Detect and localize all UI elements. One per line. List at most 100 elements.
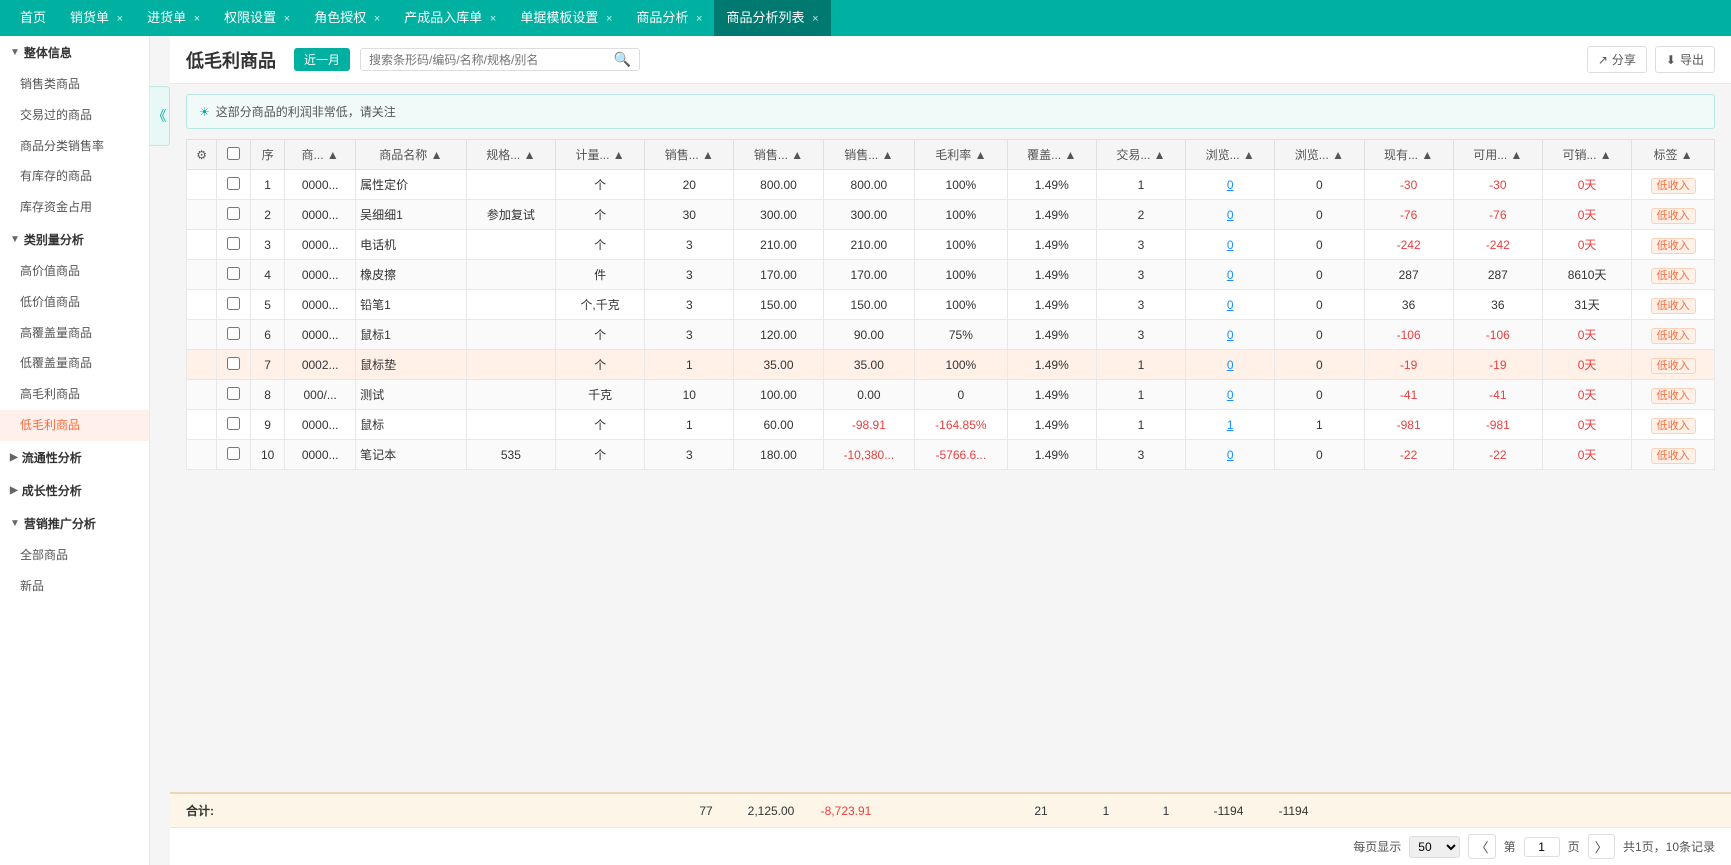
sidebar-item-low-margin[interactable]: 低毛利商品: [0, 410, 149, 441]
col-current[interactable]: 现有... ▲: [1364, 140, 1453, 170]
export-btn[interactable]: ⬇ 导出: [1655, 46, 1715, 73]
nav-goods-analysis[interactable]: 商品分析 ×: [624, 0, 714, 36]
nav-sales-close[interactable]: ×: [117, 13, 123, 25]
col-unit[interactable]: 计量... ▲: [555, 140, 644, 170]
row-browse1[interactable]: 0: [1186, 200, 1275, 230]
row-browse1[interactable]: 0: [1186, 230, 1275, 260]
row-browse2: 1: [1275, 410, 1364, 440]
row-code: 0000...: [285, 170, 356, 200]
row-checkbox[interactable]: [217, 440, 251, 470]
sidebar-item-high-margin[interactable]: 高毛利商品: [0, 379, 149, 410]
row-checkbox[interactable]: [217, 170, 251, 200]
nav-goods-analysis-close[interactable]: ×: [696, 13, 702, 25]
col-available[interactable]: 可用... ▲: [1453, 140, 1542, 170]
row-checkbox[interactable]: [217, 380, 251, 410]
nav-home[interactable]: 首页: [8, 0, 58, 36]
sidebar-item-high-value[interactable]: 高价值商品: [0, 256, 149, 287]
next-page-btn[interactable]: 〉: [1588, 834, 1615, 859]
col-sales-price[interactable]: 销售... ▲: [734, 140, 823, 170]
sidebar-item-all-goods[interactable]: 全部商品: [0, 540, 149, 571]
nav-goods-list[interactable]: 商品分析列表 ×: [714, 0, 830, 36]
nav-sales[interactable]: 销货单 ×: [58, 0, 135, 36]
col-sales-profit[interactable]: 销售... ▲: [823, 140, 914, 170]
col-name[interactable]: 商品名称 ▲: [356, 140, 467, 170]
row-browse1[interactable]: 0: [1186, 170, 1275, 200]
nav-purchase-close[interactable]: ×: [194, 13, 200, 25]
col-spec[interactable]: 规格... ▲: [466, 140, 555, 170]
nav-permissions-close[interactable]: ×: [284, 13, 290, 25]
select-all-checkbox[interactable]: [227, 147, 240, 160]
row-browse1[interactable]: 0: [1186, 290, 1275, 320]
col-sales-count[interactable]: 销售... ▲: [645, 140, 734, 170]
nav-templates[interactable]: 单据模板设置 ×: [508, 0, 624, 36]
row-browse1[interactable]: 0: [1186, 350, 1275, 380]
row-browse1[interactable]: 0: [1186, 320, 1275, 350]
sidebar-item-sales-goods[interactable]: 销售类商品: [0, 69, 149, 100]
col-checkbox[interactable]: [217, 140, 251, 170]
sidebar-item-new-goods[interactable]: 新品: [0, 571, 149, 602]
row-checkbox[interactable]: [217, 350, 251, 380]
row-browse1[interactable]: 0: [1186, 440, 1275, 470]
row-sales-price: 120.00: [734, 320, 823, 350]
nav-products[interactable]: 产成品入库单 ×: [392, 0, 508, 36]
row-select-checkbox[interactable]: [227, 417, 240, 430]
nav-purchase[interactable]: 进货单 ×: [135, 0, 212, 36]
search-input[interactable]: [369, 53, 614, 67]
nav-templates-close[interactable]: ×: [606, 13, 612, 25]
sidebar-group-overall[interactable]: ▼ 整体信息: [0, 36, 149, 69]
sidebar-item-low-value[interactable]: 低价值商品: [0, 287, 149, 318]
sidebar-collapse-btn[interactable]: 《: [150, 86, 170, 146]
row-checkbox[interactable]: [217, 260, 251, 290]
page-input[interactable]: [1524, 837, 1560, 857]
nav-permissions[interactable]: 权限设置 ×: [212, 0, 302, 36]
row-select-checkbox[interactable]: [227, 207, 240, 220]
sidebar-group-marketing[interactable]: ▼ 营销推广分析: [0, 507, 149, 540]
col-saleable[interactable]: 可销... ▲: [1542, 140, 1631, 170]
row-select-checkbox[interactable]: [227, 237, 240, 250]
nav-roles-close[interactable]: ×: [374, 13, 380, 25]
row-browse1[interactable]: 0: [1186, 260, 1275, 290]
nav-goods-list-close[interactable]: ×: [812, 13, 818, 25]
per-page-label: 每页显示: [1353, 838, 1401, 855]
search-icon[interactable]: 🔍: [614, 51, 631, 68]
date-filter-btn[interactable]: 近一月: [294, 48, 350, 71]
row-checkbox[interactable]: [217, 320, 251, 350]
sidebar-group-liquidity[interactable]: ▶ 流通性分析: [0, 441, 149, 474]
row-select-checkbox[interactable]: [227, 177, 240, 190]
col-browse2[interactable]: 浏览... ▲: [1275, 140, 1364, 170]
row-browse1[interactable]: 0: [1186, 380, 1275, 410]
row-select-checkbox[interactable]: [227, 267, 240, 280]
col-transaction[interactable]: 交易... ▲: [1096, 140, 1185, 170]
sidebar-item-high-coverage[interactable]: 高覆盖量商品: [0, 318, 149, 349]
sidebar-group-category[interactable]: ▼ 类别量分析: [0, 223, 149, 256]
sidebar-item-traded-goods[interactable]: 交易过的商品: [0, 100, 149, 131]
col-code[interactable]: 商... ▲: [285, 140, 356, 170]
prev-page-btn[interactable]: 〈: [1468, 834, 1495, 859]
per-page-select[interactable]: 50 10 20 100: [1409, 836, 1460, 858]
row-checkbox[interactable]: [217, 200, 251, 230]
share-btn[interactable]: ↗ 分享: [1587, 46, 1647, 73]
row-select-checkbox[interactable]: [227, 297, 240, 310]
sidebar-group-growth[interactable]: ▶ 成长性分析: [0, 474, 149, 507]
sidebar-item-stock-capital[interactable]: 库存资金占用: [0, 192, 149, 223]
row-select-checkbox[interactable]: [227, 327, 240, 340]
col-browse1[interactable]: 浏览... ▲: [1186, 140, 1275, 170]
row-select-checkbox[interactable]: [227, 387, 240, 400]
row-select-checkbox[interactable]: [227, 447, 240, 460]
row-select-checkbox[interactable]: [227, 357, 240, 370]
col-gross-margin[interactable]: 毛利率 ▲: [915, 140, 1008, 170]
col-settings[interactable]: ⚙: [187, 140, 217, 170]
sidebar-item-stocked-goods[interactable]: 有库存的商品: [0, 161, 149, 192]
col-tag[interactable]: 标签 ▲: [1632, 140, 1715, 170]
sidebar-item-category-sales-rate[interactable]: 商品分类销售率: [0, 131, 149, 162]
col-coverage[interactable]: 覆盖... ▲: [1007, 140, 1096, 170]
sidebar-item-low-coverage[interactable]: 低覆盖量商品: [0, 348, 149, 379]
row-checkbox[interactable]: [217, 230, 251, 260]
row-browse1[interactable]: 1: [1186, 410, 1275, 440]
row-checkbox[interactable]: [217, 290, 251, 320]
nav-products-close[interactable]: ×: [490, 13, 496, 25]
row-sales-profit: 35.00: [823, 350, 914, 380]
export-icon: ⬇: [1666, 53, 1676, 67]
row-checkbox[interactable]: [217, 410, 251, 440]
nav-roles[interactable]: 角色授权 ×: [302, 0, 392, 36]
